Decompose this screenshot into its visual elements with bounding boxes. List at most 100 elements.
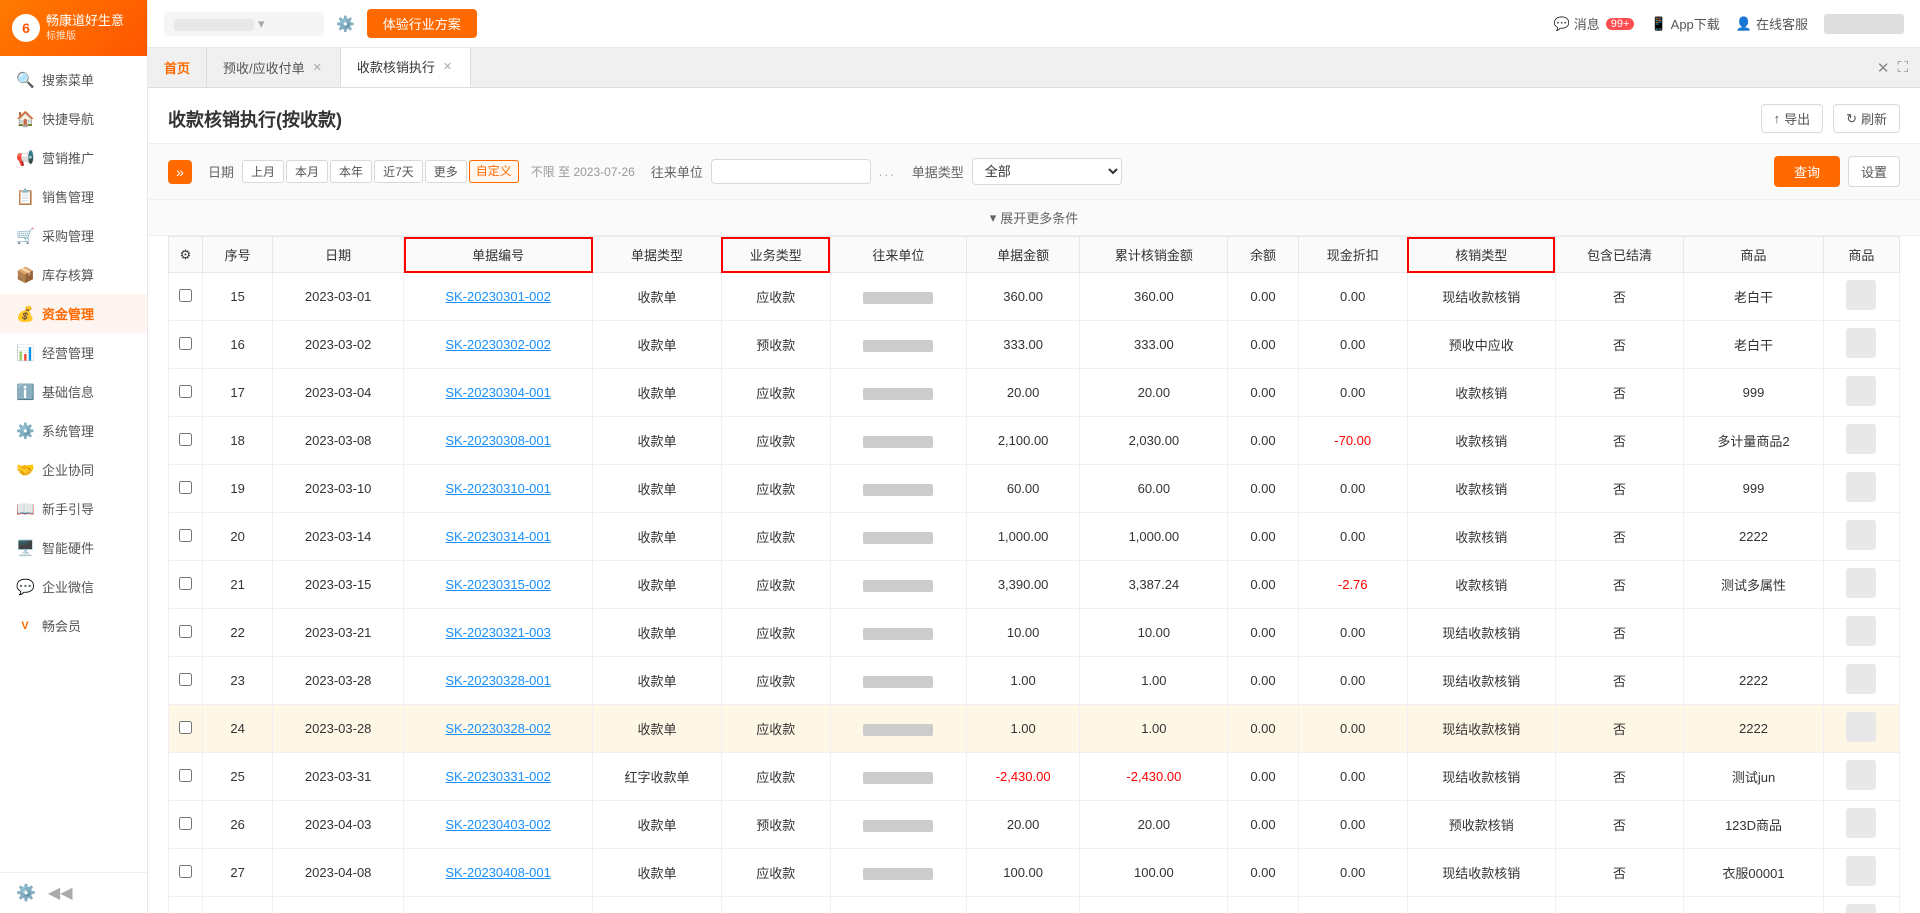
cell-checkbox[interactable] (169, 465, 203, 513)
cell-checkbox[interactable] (169, 273, 203, 321)
cell-goods-img (1823, 513, 1899, 561)
app-download-item[interactable]: 📱 App下载 (1650, 14, 1719, 33)
data-table: ⚙ 序号 日期 单据编号 单据类型 业务类型 往来单位 单据金额 累计核销金额 … (168, 236, 1900, 913)
table-row[interactable]: 16 2023-03-02 SK-20230302-002 收款单 预收款 33… (169, 321, 1900, 369)
sidebar-item-marketing[interactable]: 📢 营销推广 (0, 138, 147, 177)
cell-date: 2023-03-01 (273, 273, 404, 321)
table-row[interactable]: 28 2023-04-18 SK-20230418-001 收款单 应收款 10… (169, 897, 1900, 913)
filter-last-month[interactable]: 上月 (242, 160, 284, 183)
caret-icon: ▾ (258, 16, 265, 32)
tab-prepay-close[interactable]: ✕ (311, 60, 324, 75)
industry-solution-button[interactable]: 体验行业方案 (367, 9, 477, 38)
sidebar-item-quick-nav[interactable]: 🏠 快捷导航 (0, 99, 147, 138)
cell-checkbox[interactable] (169, 513, 203, 561)
cell-checkbox[interactable] (169, 417, 203, 465)
cell-biz-type: 预收款 (721, 801, 830, 849)
gear-icon[interactable]: ⚙️ (336, 15, 355, 33)
topbar: ▾ ⚙️ 体验行业方案 💬 消息 99+ 📱 App下载 👤 在线客服 (148, 0, 1920, 48)
cell-checkbox[interactable] (169, 561, 203, 609)
tab-home[interactable]: 首页 (148, 48, 207, 87)
cell-doc-type: 收款单 (593, 561, 722, 609)
table-row[interactable]: 15 2023-03-01 SK-20230301-002 收款单 应收款 36… (169, 273, 1900, 321)
cell-goods: 2222 (1684, 897, 1823, 913)
cell-date: 2023-03-08 (273, 417, 404, 465)
cell-accum: 20.00 (1080, 801, 1228, 849)
settings-icon[interactable]: ⚙️ (16, 883, 36, 903)
table-row[interactable]: 19 2023-03-10 SK-20230310-001 收款单 应收款 60… (169, 465, 1900, 513)
page-header: 收款核销执行(按收款) ↑ 导出 ↻ 刷新 (148, 88, 1920, 144)
cell-write-type: 现结收款核销 (1407, 609, 1555, 657)
sidebar-item-wechat[interactable]: 💬 企业微信 (0, 567, 147, 606)
cell-checkbox[interactable] (169, 705, 203, 753)
cell-checkbox[interactable] (169, 801, 203, 849)
cell-checkbox[interactable] (169, 849, 203, 897)
tab-maximize-icon[interactable]: ⛶ (1897, 59, 1908, 76)
support-item[interactable]: 👤 在线客服 (1736, 14, 1808, 33)
table-row[interactable]: 21 2023-03-15 SK-20230315-002 收款单 应收款 3,… (169, 561, 1900, 609)
sidebar-item-system[interactable]: ⚙️ 系统管理 (0, 411, 147, 450)
cell-partner (830, 609, 966, 657)
table-row[interactable]: 27 2023-04-08 SK-20230408-001 收款单 应收款 10… (169, 849, 1900, 897)
tab-receipt[interactable]: 收款核销执行 ✕ (341, 48, 471, 87)
table-row[interactable]: 18 2023-03-08 SK-20230308-001 收款单 应收款 2,… (169, 417, 1900, 465)
sidebar-item-hardware[interactable]: 🖥️ 智能硬件 (0, 528, 147, 567)
filter-partner-input[interactable] (711, 159, 871, 184)
export-button[interactable]: ↑ 导出 (1761, 104, 1824, 133)
cell-amount: 1.00 (966, 657, 1080, 705)
sidebar-item-basic[interactable]: ℹ️ 基础信息 (0, 372, 147, 411)
sidebar-item-inventory[interactable]: 📦 库存核算 (0, 255, 147, 294)
query-button[interactable]: 查询 (1774, 156, 1840, 187)
sidebar-item-enterprise[interactable]: 🤝 企业协同 (0, 450, 147, 489)
filter-doctype-select[interactable]: 全部 收款单 红字收款单 (972, 158, 1122, 185)
cell-partner (830, 657, 966, 705)
table-row[interactable]: 25 2023-03-31 SK-20230331-002 红字收款单 应收款 … (169, 753, 1900, 801)
cell-accum: 360.00 (1080, 273, 1228, 321)
sidebar-item-guide[interactable]: 📖 新手引导 (0, 489, 147, 528)
page-actions: ↑ 导出 ↻ 刷新 (1761, 104, 1900, 133)
collapse-icon[interactable]: ◀◀ (48, 883, 73, 903)
cell-checkbox[interactable] (169, 897, 203, 913)
filter-more[interactable]: 更多 (425, 160, 467, 183)
cell-date: 2023-03-15 (273, 561, 404, 609)
filter-7days[interactable]: 近7天 (374, 160, 423, 183)
cell-partner (830, 849, 966, 897)
sidebar-item-search[interactable]: 🔍 搜索菜单 (0, 60, 147, 99)
notification-item[interactable]: 💬 消息 99+ (1554, 14, 1635, 33)
tab-receipt-close[interactable]: ✕ (441, 59, 454, 74)
expand-conditions-button[interactable]: ▾ 展开更多条件 (990, 208, 1079, 227)
filter-this-month[interactable]: 本月 (286, 160, 328, 183)
cell-checkbox[interactable] (169, 609, 203, 657)
table-row[interactable]: 22 2023-03-21 SK-20230321-003 收款单 应收款 10… (169, 609, 1900, 657)
col-gear[interactable]: ⚙ (169, 237, 203, 273)
cell-goods: 2222 (1684, 705, 1823, 753)
filter-this-year[interactable]: 本年 (330, 160, 372, 183)
table-row[interactable]: 24 2023-03-28 SK-20230328-002 收款单 应收款 1.… (169, 705, 1900, 753)
filter-custom-tag[interactable]: 自定义 (469, 160, 519, 183)
cell-goods: 2222 (1684, 657, 1823, 705)
sidebar-item-member[interactable]: V 畅会员 (0, 606, 147, 645)
cell-checkbox[interactable] (169, 753, 203, 801)
tab-prepay[interactable]: 预收/应收付单 ✕ (207, 48, 341, 87)
sidebar-item-operation[interactable]: 📊 经营管理 (0, 333, 147, 372)
table-row[interactable]: 20 2023-03-14 SK-20230314-001 收款单 应收款 1,… (169, 513, 1900, 561)
cell-checkbox[interactable] (169, 369, 203, 417)
refresh-button[interactable]: ↻ 刷新 (1833, 104, 1900, 133)
cell-checkbox[interactable] (169, 321, 203, 369)
cell-doc-type: 红字收款单 (593, 753, 722, 801)
sidebar-item-sales[interactable]: 📋 销售管理 (0, 177, 147, 216)
table-row[interactable]: 26 2023-04-03 SK-20230403-002 收款单 预收款 20… (169, 801, 1900, 849)
table-row[interactable]: 17 2023-03-04 SK-20230304-001 收款单 应收款 20… (169, 369, 1900, 417)
table-row[interactable]: 23 2023-03-28 SK-20230328-001 收款单 应收款 1.… (169, 657, 1900, 705)
cell-date: 2023-03-28 (273, 705, 404, 753)
cell-checkbox[interactable] (169, 657, 203, 705)
filter-toggle-button[interactable]: » (168, 160, 192, 184)
settings-button[interactable]: 设置 (1848, 156, 1900, 187)
sidebar-item-purchase[interactable]: 🛒 采购管理 (0, 216, 147, 255)
home-icon: 🏠 (16, 110, 34, 128)
cell-no: 22 (203, 609, 273, 657)
sidebar-logo: 6 畅康道好生意 标推版 (0, 0, 147, 56)
page-content: 收款核销执行(按收款) ↑ 导出 ↻ 刷新 » 日期 (148, 88, 1920, 913)
cell-amount: 100.00 (966, 849, 1080, 897)
tab-close-all-icon[interactable]: ✕ (1877, 59, 1890, 77)
sidebar-item-finance[interactable]: 💰 资金管理 (0, 294, 147, 333)
